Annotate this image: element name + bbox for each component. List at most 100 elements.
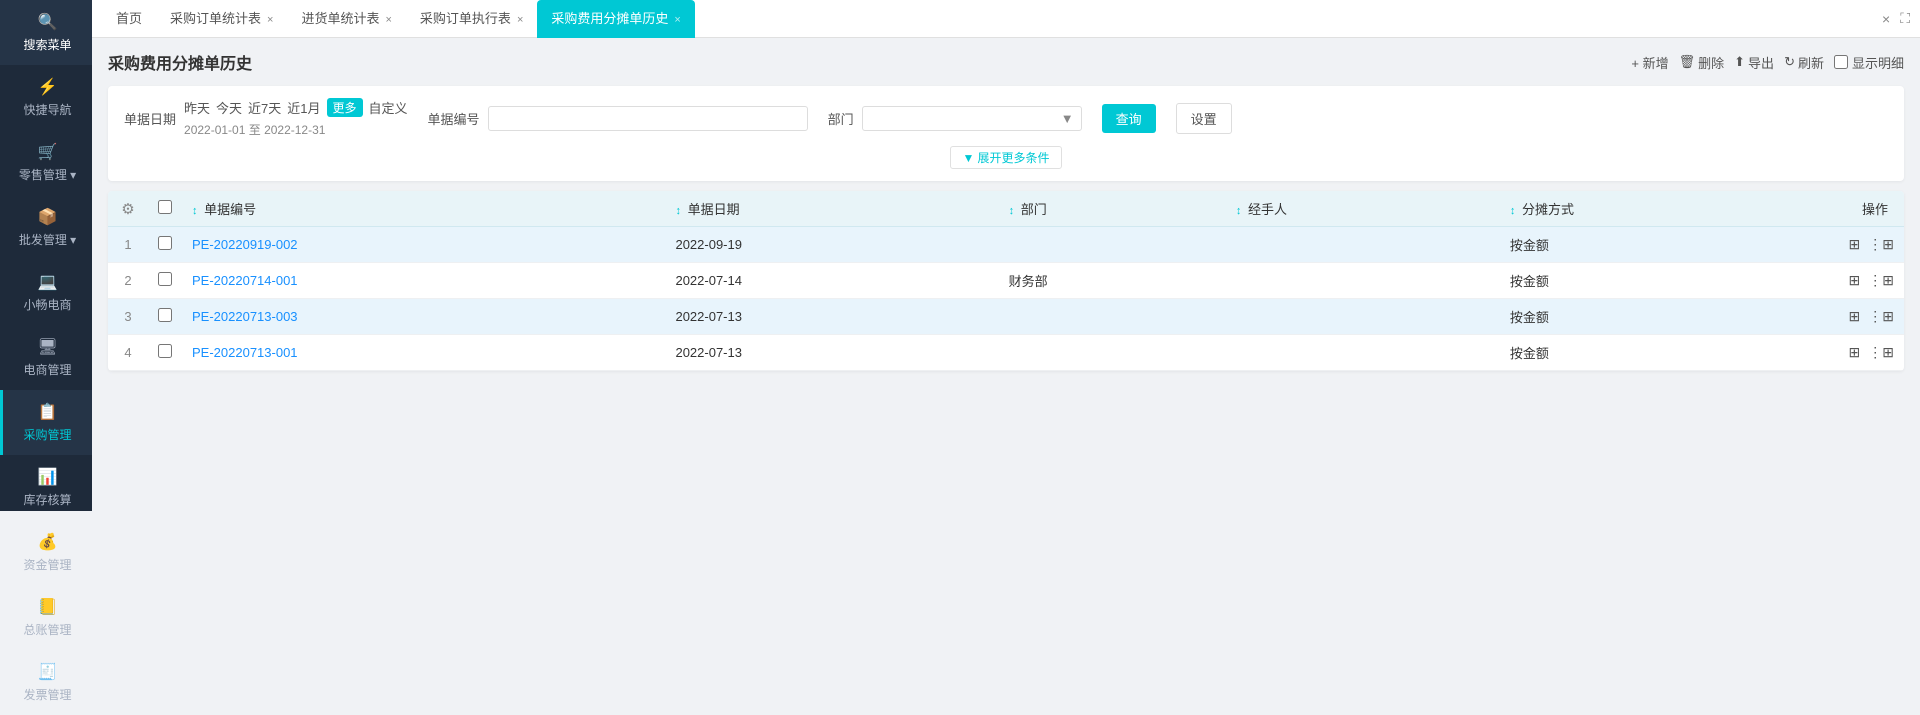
close-window-icon[interactable]: ×: [1882, 11, 1890, 27]
show-details-input[interactable]: [1834, 55, 1848, 69]
maximize-window-icon[interactable]: ⛶: [1900, 10, 1910, 27]
more-action-icon[interactable]: ⋮⊞: [1868, 236, 1894, 253]
date-shortcut-自定义[interactable]: 自定义: [369, 98, 408, 117]
sidebar-label: 总账管理: [23, 623, 71, 637]
date-shortcut-今天[interactable]: 今天: [216, 98, 242, 117]
settings-button[interactable]: 设置: [1176, 103, 1232, 134]
date-shortcut-更多[interactable]: 更多: [327, 98, 363, 117]
date-shortcut-近1月[interactable]: 近1月: [287, 98, 320, 117]
tab-首页[interactable]: 首页: [102, 0, 156, 38]
th-doc-date-label: 单据日期: [688, 202, 740, 217]
query-button[interactable]: 查询: [1102, 104, 1156, 133]
delete-icon: 🗑: [1679, 54, 1696, 70]
doc-no-link[interactable]: PE-20220713-003: [192, 309, 298, 324]
sidebar-item-资金管理[interactable]: 💰资金管理: [0, 520, 92, 585]
date-shortcut-row: 昨天今天近7天近1月更多自定义: [184, 98, 408, 117]
sidebar-icon: 📦: [11, 207, 84, 227]
row-checkbox[interactable]: [158, 344, 172, 358]
page-title-bar: 采购费用分摊单历史 + 新增 🗑 删除 ⬆ 导出 ↻ 刷新 显示明细: [108, 50, 1904, 74]
toolbar: + 新增 🗑 删除 ⬆ 导出 ↻ 刷新 显示明细: [1631, 53, 1904, 72]
sidebar-label: 库存核算: [23, 493, 71, 507]
handler-sort-icon: ↕: [1236, 205, 1242, 217]
filter-row: 单据日期 昨天今天近7天近1月更多自定义 2022-01-01 至 2022-1…: [124, 98, 1888, 138]
tab-采购订单统计表[interactable]: 采购订单统计表 ×: [156, 0, 287, 38]
sidebar-icon: 📋: [11, 402, 84, 422]
view-action-icon[interactable]: ⊞: [1849, 344, 1861, 361]
date-shortcut-昨天[interactable]: 昨天: [184, 98, 210, 117]
more-action-icon[interactable]: ⋮⊞: [1868, 308, 1894, 325]
row-checkbox-cell: [148, 299, 182, 335]
sidebar-item-发票管理[interactable]: 🧾发票管理: [0, 650, 92, 715]
sidebar-item-搜索菜单[interactable]: 🔍搜索菜单: [0, 0, 92, 65]
tab-label: 采购订单统计表: [170, 11, 261, 26]
dept-select[interactable]: [862, 106, 1082, 131]
view-action-icon[interactable]: ⊞: [1849, 272, 1861, 289]
tab-close-btn[interactable]: ×: [267, 14, 273, 26]
tab-进货单统计表[interactable]: 进货单统计表×: [287, 0, 405, 38]
tab-采购订单执行表[interactable]: 采购订单执行表 ×: [406, 0, 537, 38]
sidebar-item-零售管理[interactable]: 🛒零售管理 ▾: [0, 130, 92, 195]
sidebar-item-采购管理[interactable]: 📋 采购管理: [0, 390, 92, 455]
sidebar-item-库存核算[interactable]: 📊 库存核算: [0, 455, 92, 520]
select-all-checkbox[interactable]: [158, 200, 172, 214]
sidebar-item-批发管理[interactable]: 📦批发管理 ▾: [0, 195, 92, 260]
sidebar-item-总账管理[interactable]: 📒总账管理: [0, 585, 92, 650]
row-split-method: 按金额: [1500, 227, 1824, 263]
delete-button[interactable]: 🗑 删除: [1679, 53, 1725, 72]
page-title: 采购费用分摊单历史: [108, 50, 252, 74]
tab-label: 采购订单执行表: [420, 11, 511, 26]
view-action-icon[interactable]: ⊞: [1849, 236, 1861, 253]
row-checkbox[interactable]: [158, 272, 172, 286]
row-checkbox-cell: [148, 227, 182, 263]
th-doc-no-label: 单据编号: [204, 202, 256, 217]
row-checkbox[interactable]: [158, 236, 172, 250]
th-doc-date: ↕ 单据日期: [665, 191, 998, 227]
more-action-icon[interactable]: ⋮⊞: [1868, 272, 1894, 289]
sidebar-icon: 📊: [11, 467, 84, 487]
doc-no-link[interactable]: PE-20220714-001: [192, 273, 298, 288]
row-handler: [1226, 227, 1500, 263]
sidebar-icon: ⚡: [11, 77, 84, 97]
sidebar-icon: 💻: [11, 272, 84, 292]
th-handler-label: 经手人: [1248, 202, 1287, 217]
docno-input[interactable]: [488, 106, 808, 131]
doc-date-sort-icon: ↕: [675, 205, 681, 217]
doc-no-link[interactable]: PE-20220919-002: [192, 237, 298, 252]
action-icons: ⊞ ⋮⊞: [1834, 272, 1894, 289]
date-range: 2022-01-01 至 2022-12-31: [184, 121, 408, 138]
sidebar-item-快捷导航[interactable]: ⚡ 快捷导航: [0, 65, 92, 130]
th-dept: ↕ 部门: [999, 191, 1226, 227]
th-actions: 操作: [1824, 191, 1904, 227]
filter-area: 单据日期 昨天今天近7天近1月更多自定义 2022-01-01 至 2022-1…: [108, 86, 1904, 181]
row-checkbox-cell: [148, 263, 182, 299]
table-row: 4 PE-20220713-001 2022-07-13 按金额 ⊞ ⋮⊞: [108, 335, 1904, 371]
row-doc-date: 2022-07-13: [665, 299, 998, 335]
th-checkbox: [148, 191, 182, 227]
tab-close-btn[interactable]: ×: [385, 14, 391, 26]
sidebar-item-小畅电商[interactable]: 💻小畅电商: [0, 260, 92, 325]
docno-label: 单据编号: [428, 109, 480, 128]
table-settings-icon[interactable]: ⚙: [121, 201, 134, 218]
show-details-checkbox[interactable]: 显示明细: [1834, 53, 1904, 72]
export-button[interactable]: ⬆ 导出: [1734, 53, 1774, 72]
date-shortcut-近7天[interactable]: 近7天: [248, 98, 281, 117]
sidebar-label: 快捷导航: [23, 103, 71, 117]
sidebar-item-电商管理[interactable]: 🖥电商管理: [0, 325, 92, 390]
view-action-icon[interactable]: ⊞: [1849, 308, 1861, 325]
tab-close-btn[interactable]: ×: [674, 14, 680, 26]
sidebar-label: 采购管理: [23, 428, 71, 442]
expand-more-button[interactable]: ▼ 展开更多条件: [950, 146, 1063, 169]
more-action-icon[interactable]: ⋮⊞: [1868, 344, 1894, 361]
row-actions: ⊞ ⋮⊞: [1824, 227, 1904, 263]
sidebar-label: 电商管理: [23, 363, 71, 377]
date-filter-group: 单据日期 昨天今天近7天近1月更多自定义 2022-01-01 至 2022-1…: [124, 98, 408, 138]
tab-close-btn[interactable]: ×: [517, 14, 523, 26]
refresh-button[interactable]: ↻ 刷新: [1784, 53, 1824, 72]
row-dept: [999, 227, 1226, 263]
data-table: ⚙ ↕ 单据编号 ↕ 单据日期: [108, 191, 1904, 371]
doc-no-link[interactable]: PE-20220713-001: [192, 345, 298, 360]
row-checkbox[interactable]: [158, 308, 172, 322]
sidebar: 🔍搜索菜单 ⚡ 快捷导航 🛒零售管理 ▾📦批发管理 ▾💻小畅电商🖥电商管理 📋 采购管理 📊…: [0, 0, 92, 511]
add-button[interactable]: + 新增: [1631, 53, 1668, 72]
tab-采购费用分摊单历史[interactable]: 采购费用分摊单历史×: [537, 0, 694, 38]
